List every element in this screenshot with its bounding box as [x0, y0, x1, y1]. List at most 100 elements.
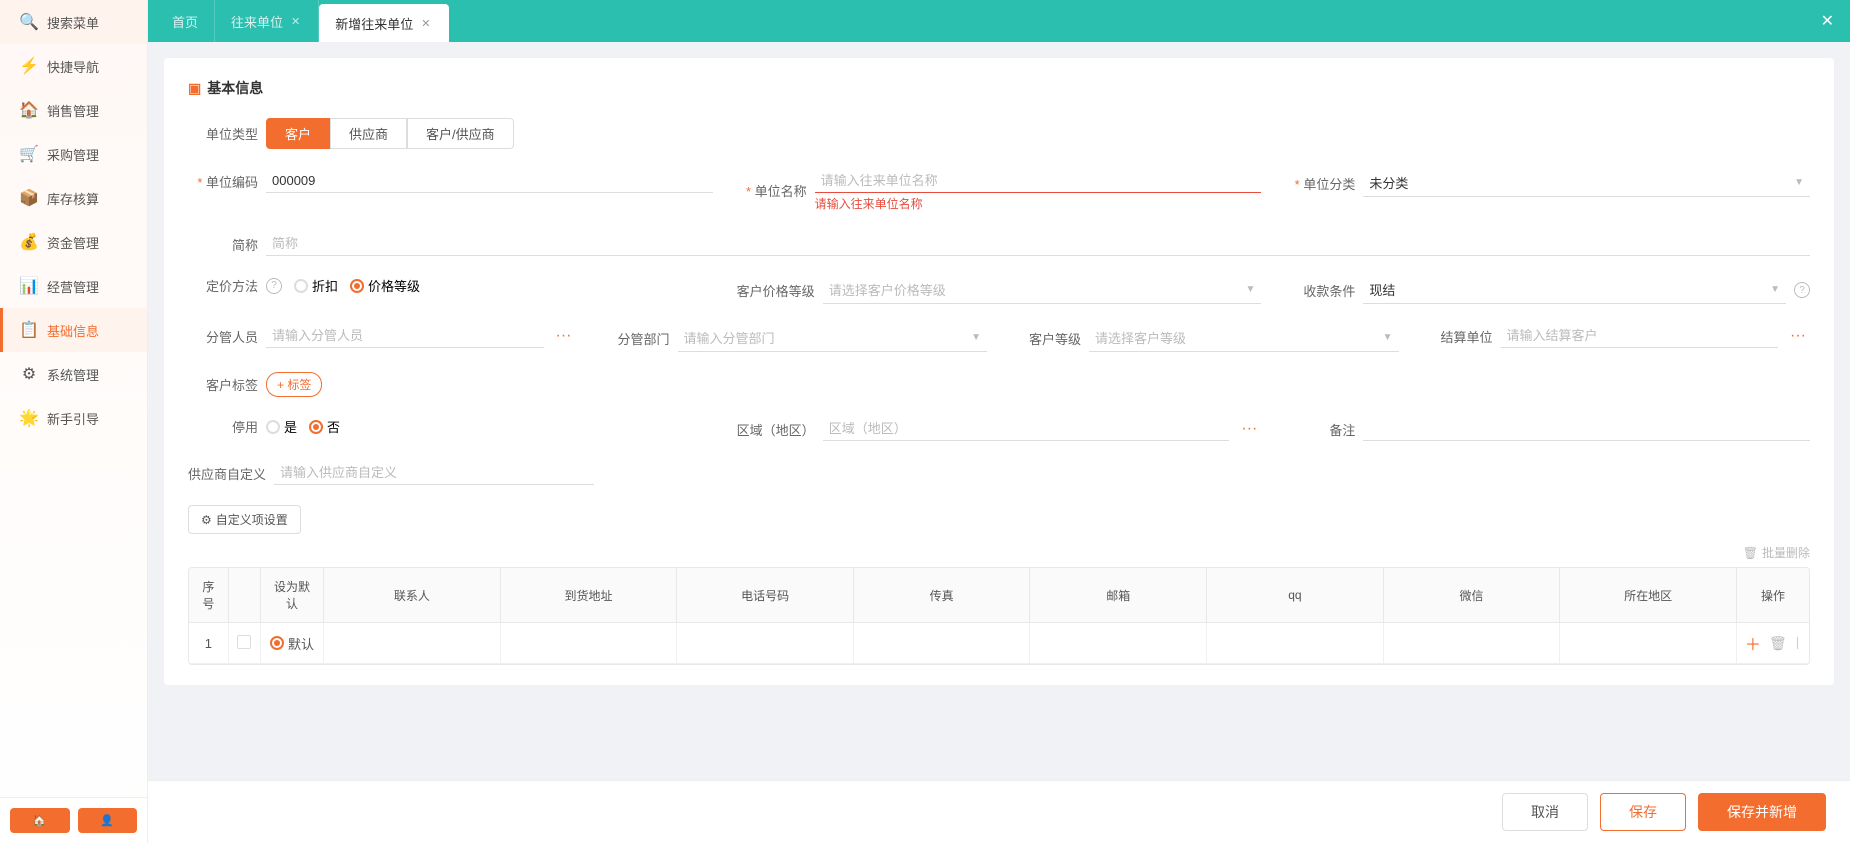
- radio-discount[interactable]: 折扣: [294, 276, 338, 295]
- short-name-input[interactable]: [266, 232, 1810, 256]
- payment-help-icon[interactable]: ?: [1794, 282, 1810, 298]
- payment-terms-value: 现结: [1369, 280, 1395, 299]
- pricing-method-field: 定价方法 ? 折扣 价格等级: [188, 276, 713, 295]
- department-select[interactable]: 请输入分管部门 ▼: [678, 324, 988, 352]
- department-label: 分管部门: [600, 329, 670, 348]
- payment-terms-select[interactable]: 现结 ▼: [1363, 276, 1786, 304]
- sidebar-item-sales[interactable]: 🏠 销售管理: [0, 88, 147, 132]
- clipboard-icon: 📋: [19, 320, 39, 340]
- sidebar-item-operations[interactable]: 📊 经营管理: [0, 264, 147, 308]
- chart-icon: 📊: [19, 276, 39, 296]
- col-region: 所在地区: [1560, 568, 1737, 623]
- tab-new-contact-close[interactable]: ✕: [419, 17, 432, 30]
- cell-contact[interactable]: [324, 623, 501, 664]
- cell-region[interactable]: [1560, 623, 1737, 664]
- cell-wechat[interactable]: [1383, 623, 1560, 664]
- customer-price-select[interactable]: 请选择客户价格等级 ▼: [823, 276, 1262, 304]
- row-add-btn[interactable]: ＋: [1745, 631, 1761, 655]
- section-icon: ▣: [188, 80, 201, 97]
- tab-home-label: 首页: [172, 12, 198, 31]
- tab-contacts-close[interactable]: ✕: [289, 15, 302, 28]
- region-input[interactable]: [823, 417, 1230, 441]
- cell-address[interactable]: [500, 623, 677, 664]
- box-icon: 📦: [19, 188, 39, 208]
- batch-delete-btn[interactable]: 🗑 批量删除: [1743, 544, 1810, 561]
- save-button[interactable]: 保存: [1600, 793, 1686, 831]
- sidebar-item-guide[interactable]: 🌟 新手引导: [0, 396, 147, 440]
- type-btn-both[interactable]: 客户/供应商: [407, 118, 514, 149]
- default-radio[interactable]: [270, 636, 284, 650]
- unit-code-input[interactable]: [266, 169, 713, 193]
- type-btn-supplier[interactable]: 供应商: [330, 118, 407, 149]
- scroll-indicator: │: [1795, 638, 1801, 649]
- sidebar-item-inventory[interactable]: 📦 库存核算: [0, 176, 147, 220]
- custom-settings-btn[interactable]: ⚙ 自定义项设置: [188, 505, 301, 534]
- window-close-btn[interactable]: ✕: [1813, 7, 1842, 35]
- payment-terms-label: 收款条件: [1285, 281, 1355, 300]
- region-field: 区域（地区） ···: [737, 417, 1262, 441]
- unit-code-name-row: 单位编码 单位名称 请输入往来单位名称 单位分类 未分类 ▼: [188, 169, 1810, 212]
- customer-level-select[interactable]: 请选择客户等级 ▼: [1089, 324, 1399, 352]
- manager-field: 分管人员 ···: [188, 324, 576, 348]
- sidebar-item-finance[interactable]: 💰 资金管理: [0, 220, 147, 264]
- radio-price-level-label: 价格等级: [368, 276, 420, 295]
- unit-category-chevron: ▼: [1794, 177, 1804, 188]
- radio-yes-circle: [266, 420, 280, 434]
- cell-fax[interactable]: [853, 623, 1030, 664]
- custom-settings-row: ⚙ 自定义项设置: [188, 505, 1810, 534]
- radio-yes-label: 是: [284, 417, 297, 436]
- supplier-custom-input[interactable]: [274, 461, 594, 485]
- short-name-label: 简称: [188, 235, 258, 254]
- sidebar-item-basic-info[interactable]: 📋 基础信息: [0, 308, 147, 352]
- radio-yes[interactable]: 是: [266, 417, 297, 436]
- add-tag-btn[interactable]: + 标签: [266, 372, 322, 397]
- manager-more-btn[interactable]: ···: [552, 327, 576, 345]
- sidebar-item-quick-nav[interactable]: ⚡ 快捷导航: [0, 44, 147, 88]
- short-name-field: 简称: [188, 232, 1810, 256]
- radio-no[interactable]: 否: [309, 417, 340, 436]
- unit-category-field: 单位分类 未分类 ▼: [1285, 169, 1810, 197]
- sidebar-item-label: 快捷导航: [47, 57, 99, 76]
- sidebar-item-label: 采购管理: [47, 145, 99, 164]
- supplier-custom-field: 供应商自定义: [188, 461, 1810, 485]
- tab-home[interactable]: 首页: [156, 0, 215, 42]
- remark-input[interactable]: [1363, 417, 1810, 441]
- save-new-button[interactable]: 保存并新增: [1698, 793, 1826, 831]
- tab-new-contact[interactable]: 新增往来单位 ✕: [319, 4, 449, 42]
- cell-actions: ＋ 🗑 │: [1736, 623, 1809, 664]
- cell-phone[interactable]: [677, 623, 854, 664]
- sidebar-item-search[interactable]: 🔍 搜索菜单: [0, 0, 147, 44]
- disabled-label: 停用: [188, 417, 258, 436]
- cell-checkbox[interactable]: [228, 623, 260, 664]
- section-title-text: 基本信息: [207, 78, 263, 98]
- table-toolbar: 🗑 批量删除: [188, 544, 1810, 561]
- cancel-button[interactable]: 取消: [1502, 793, 1588, 831]
- col-fax: 传真: [853, 568, 1030, 623]
- sidebar-item-purchase[interactable]: 🛒 采购管理: [0, 132, 147, 176]
- unit-name-error: 请输入往来单位名称: [815, 195, 1262, 212]
- unit-category-select[interactable]: 未分类 ▼: [1363, 169, 1810, 197]
- unit-code-field: 单位编码: [188, 169, 713, 193]
- radio-no-circle: [309, 420, 323, 434]
- sidebar-item-system[interactable]: ⚙ 系统管理: [0, 352, 147, 396]
- settlement-more-btn[interactable]: ···: [1786, 327, 1810, 345]
- col-seq: 序号: [189, 568, 228, 623]
- settlement-input[interactable]: [1501, 324, 1779, 348]
- manager-input[interactable]: [266, 324, 544, 348]
- unit-name-field: 单位名称 请输入往来单位名称: [737, 169, 1262, 212]
- cell-email[interactable]: [1030, 623, 1207, 664]
- unit-name-input[interactable]: [815, 169, 1262, 193]
- type-btn-customer[interactable]: 客户: [266, 118, 330, 149]
- tab-contacts[interactable]: 往来单位 ✕: [215, 0, 319, 42]
- radio-price-level[interactable]: 价格等级: [350, 276, 420, 295]
- unit-type-buttons: 客户 供应商 客户/供应商: [266, 118, 514, 149]
- pricing-help-icon[interactable]: ?: [266, 278, 282, 294]
- col-default: 设为默认: [260, 568, 323, 623]
- sidebar-home-btn[interactable]: 🏠: [10, 808, 70, 833]
- customer-level-field: 客户等级 请选择客户等级 ▼: [1011, 324, 1399, 352]
- region-more-btn[interactable]: ···: [1237, 420, 1261, 438]
- row-delete-btn[interactable]: 🗑: [1769, 635, 1787, 652]
- cell-qq[interactable]: [1207, 623, 1384, 664]
- tab-new-contact-label: 新增往来单位: [335, 14, 413, 33]
- sidebar-user-btn[interactable]: 👤: [78, 808, 138, 833]
